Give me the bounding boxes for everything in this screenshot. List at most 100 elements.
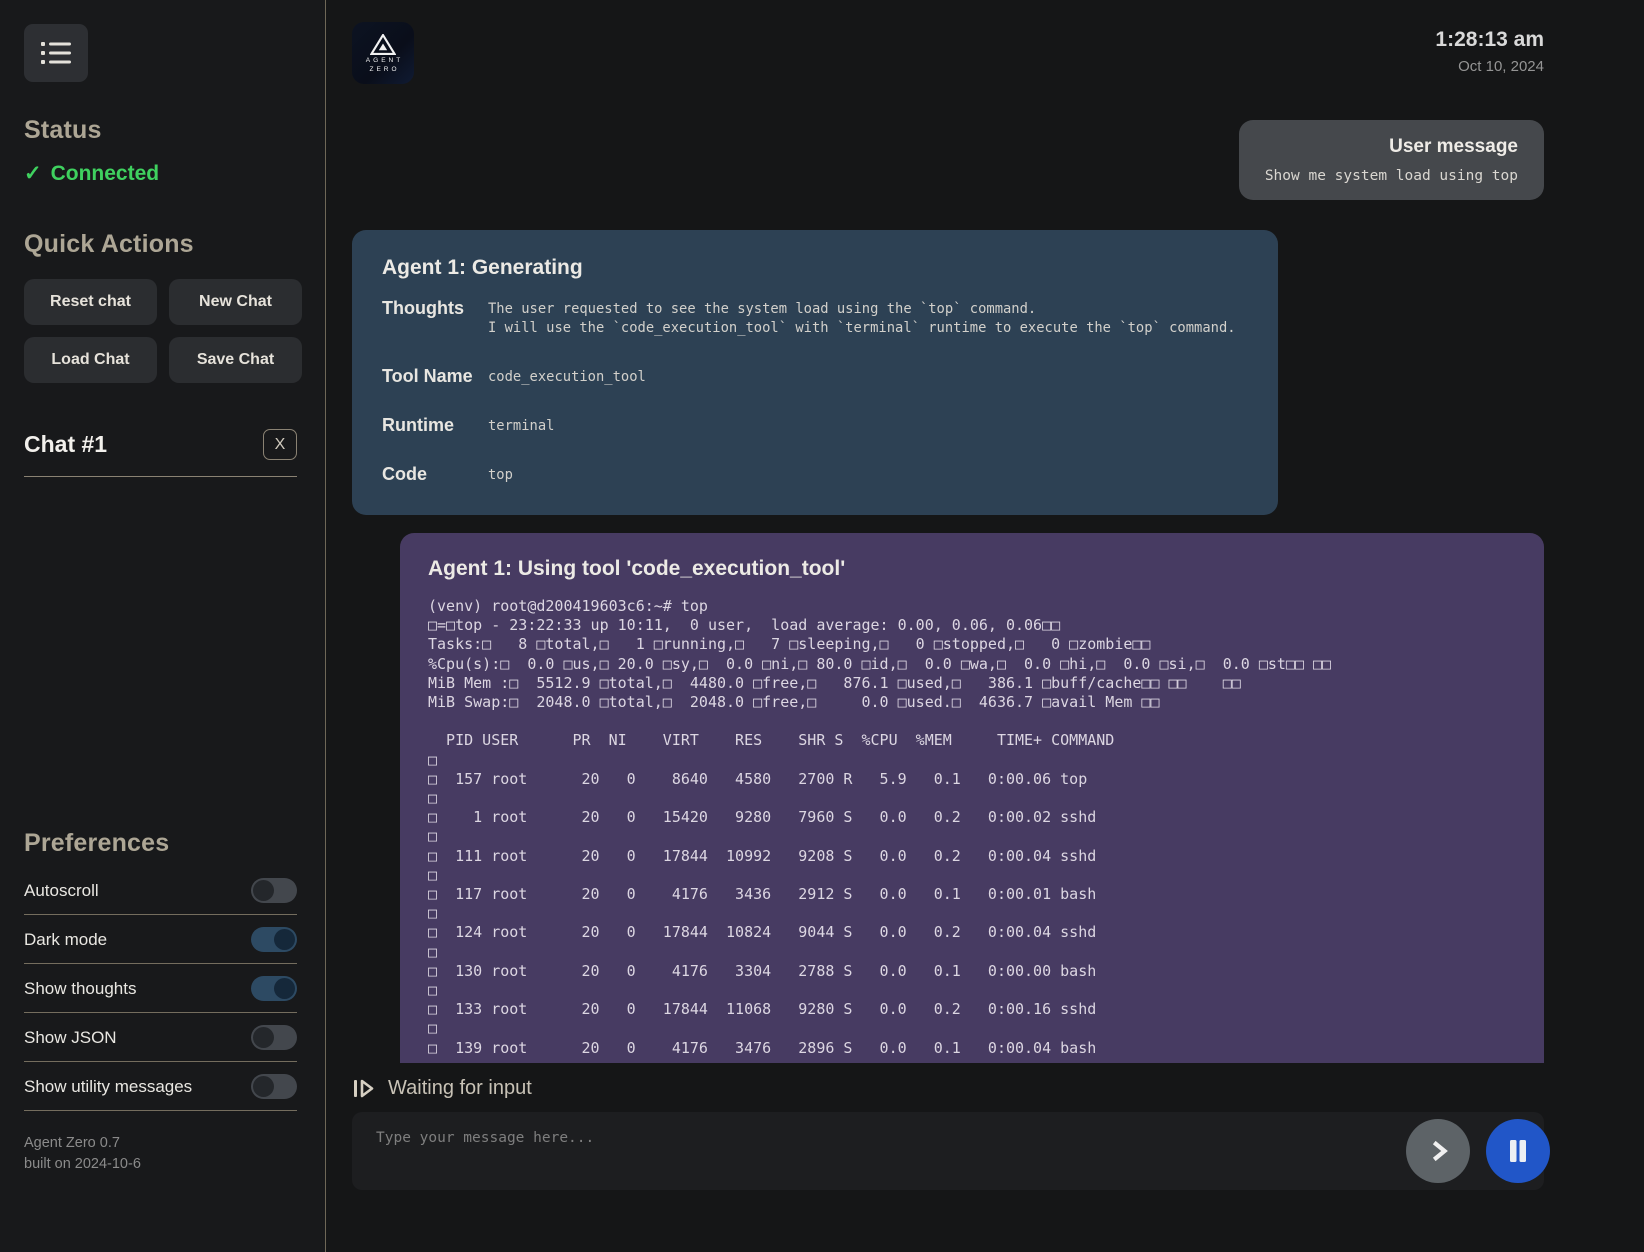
sidebar: Status ✓ Connected Quick Actions Reset c…: [0, 0, 326, 1252]
agent-field-value: terminal: [488, 418, 555, 434]
waiting-prompt-icon: [354, 1079, 374, 1098]
pause-button[interactable]: [1486, 1119, 1550, 1183]
agent-field-label: Runtime: [382, 415, 454, 435]
preference-toggle[interactable]: [251, 976, 297, 1002]
toggle-knob: [253, 1027, 274, 1049]
logo-text-line1: AGENT: [365, 56, 404, 64]
composer-status-text: Waiting for input: [388, 1077, 532, 1099]
preferences-heading: Preferences: [24, 829, 170, 858]
agent-field-label: Code: [382, 464, 427, 484]
terminal-line: □: [428, 865, 438, 884]
clock-date: Oct 10, 2024: [1458, 58, 1544, 75]
menu-toggle-button[interactable]: [24, 24, 88, 82]
terminal-output: (venv) root@d200419603c6:~# top □=□top -…: [428, 597, 1516, 1063]
terminal-line: PID USER PR NI VIRT RES SHR S %CPU %MEM …: [428, 731, 1115, 750]
terminal-line: %Cpu(s):□ 0.0 □us,□ 20.0 □sy,□ 0.0 □ni,□…: [428, 654, 1332, 673]
chat-tab-title: Chat #1: [24, 431, 108, 457]
agent-field-row: Code top: [382, 464, 1248, 485]
terminal-line: □: [428, 827, 438, 846]
agent-field-value: code_execution_tool: [488, 369, 646, 385]
preference-toggle[interactable]: [251, 927, 297, 953]
preference-toggle[interactable]: [251, 1074, 297, 1100]
agent-field-value: top: [488, 467, 513, 483]
agent-generating-title: Agent 1: Generating: [382, 256, 583, 279]
app-version-line1: Agent Zero 0.7: [24, 1135, 120, 1152]
app-version-line2: built on 2024-10-6: [24, 1155, 141, 1172]
preference-row: Dark mode: [24, 917, 297, 965]
preference-row: Show JSON: [24, 1015, 297, 1063]
terminal-line: MiB Mem :□ 5512.9 □total,□ 4480.0 □free,…: [428, 673, 1241, 692]
message-input-wrap: [352, 1112, 1550, 1195]
preference-row: Show utility messages: [24, 1064, 297, 1112]
agent-field-row: Tool Name code_execution_tool: [382, 366, 1248, 387]
terminal-line: □=□top - 23:22:33 up 10:11, 0 user, load…: [428, 616, 1061, 635]
quick-action-button[interactable]: Save Chat: [169, 337, 302, 383]
composer: Waiting for input: [326, 1063, 1644, 1252]
terminal-line: □ 130 root 20 0 4176 3304 2788 S 0.0 0.1…: [428, 961, 1097, 980]
preference-row: Autoscroll: [24, 868, 297, 916]
agent-field-label: Tool Name: [382, 366, 473, 386]
send-button[interactable]: [1406, 1119, 1470, 1183]
chat-tab-row: Chat #1 X: [24, 429, 297, 477]
connection-status-label: Connected: [50, 161, 160, 185]
terminal-line: (venv) root@d200419603c6:~# top: [428, 597, 708, 615]
chat-close-button[interactable]: X: [263, 429, 297, 460]
app-version: Agent Zero 0.7 built on 2024-10-6: [24, 1133, 297, 1174]
preference-label: Dark mode: [24, 929, 108, 949]
agent-generating-rows: Thoughts The user requested to see the s…: [382, 298, 1248, 485]
status-heading: Status: [24, 116, 102, 144]
agent-field-row: Runtime terminal: [382, 415, 1248, 436]
main-area: AGENT ZERO 1:28:13 am Oct 10, 2024 User …: [326, 0, 1644, 1252]
terminal-line: Tasks:□ 8 □total,□ 1 □running,□ 7 □sleep…: [428, 635, 1151, 654]
topbar: AGENT ZERO 1:28:13 am Oct 10, 2024: [352, 22, 1544, 84]
terminal-line: □ 139 root 20 0 4176 3476 2896 S 0.0 0.1…: [428, 1038, 1097, 1057]
terminal-line: □ 124 root 20 0 17844 10824 9044 S 0.0 0…: [428, 923, 1097, 942]
agent-field-value: The user requested to see the system loa…: [488, 301, 1236, 336]
preference-toggle[interactable]: [251, 1025, 297, 1051]
toggle-knob: [274, 929, 295, 951]
preference-toggle[interactable]: [251, 878, 297, 904]
preference-rows: Autoscroll Dark mode Show thoughts Show …: [24, 868, 297, 1112]
terminal-line: □: [428, 904, 438, 923]
list-menu-icon: [41, 42, 71, 64]
preferences-section: Preferences Autoscroll Dark mode Show th…: [24, 829, 297, 1174]
terminal-line: □ 117 root 20 0 4176 3436 2912 S 0.0 0.1…: [428, 885, 1097, 904]
preference-label: Show thoughts: [24, 978, 137, 998]
terminal-line: □: [428, 942, 438, 961]
chat-history: AGENT ZERO 1:28:13 am Oct 10, 2024 User …: [326, 0, 1644, 1063]
user-message-text: Show me system load using top: [1264, 168, 1518, 184]
tool-output-panel: Agent 1: Using tool 'code_execution_tool…: [400, 533, 1544, 1063]
toggle-knob: [253, 1076, 274, 1098]
toggle-knob: [253, 880, 274, 902]
pause-icon: [1510, 1140, 1526, 1162]
terminal-line: MiB Swap:□ 2048.0 □total,□ 2048.0 □free,…: [428, 693, 1160, 712]
check-icon: ✓: [24, 162, 42, 185]
quick-action-button[interactable]: Reset chat: [24, 279, 157, 325]
quick-actions-grid: Reset chat New Chat Load Chat Save Chat: [24, 279, 302, 383]
quick-action-button[interactable]: New Chat: [169, 279, 302, 325]
user-message: User message Show me system load using t…: [1238, 120, 1544, 200]
quick-action-button[interactable]: Load Chat: [24, 337, 157, 383]
message-input[interactable]: [352, 1112, 1544, 1190]
agent-zero-logo: AGENT ZERO: [352, 22, 414, 84]
terminal-line: □ 111 root 20 0 17844 10992 9208 S 0.0 0…: [428, 846, 1097, 865]
terminal-line: □ 1 root 20 0 15420 9280 7960 S 0.0 0.2 …: [428, 808, 1097, 827]
quick-actions-heading: Quick Actions: [24, 230, 194, 258]
tool-output-title: Agent 1: Using tool 'code_execution_tool…: [428, 557, 846, 580]
composer-status: Waiting for input: [352, 1077, 1544, 1100]
send-chevron-icon: [1432, 1140, 1448, 1162]
preference-label: Autoscroll: [24, 880, 99, 900]
terminal-line: □ 133 root 20 0 17844 11068 9280 S 0.0 0…: [428, 1000, 1097, 1019]
logo-text-line2: ZERO: [369, 65, 400, 73]
toggle-knob: [274, 978, 295, 1000]
logo-triangle-icon: [370, 33, 396, 55]
agent-field-label: Thoughts: [382, 298, 464, 318]
preference-label: Show JSON: [24, 1027, 117, 1047]
terminal-line: □: [428, 981, 438, 1000]
connection-status: ✓ Connected: [24, 161, 297, 186]
clock-time: 1:28:13 am: [1435, 28, 1544, 51]
preference-label: Show utility messages: [24, 1076, 193, 1096]
terminal-line: □ 157 root 20 0 8640 4580 2700 R 5.9 0.1…: [428, 769, 1088, 788]
terminal-line: □: [428, 750, 438, 769]
